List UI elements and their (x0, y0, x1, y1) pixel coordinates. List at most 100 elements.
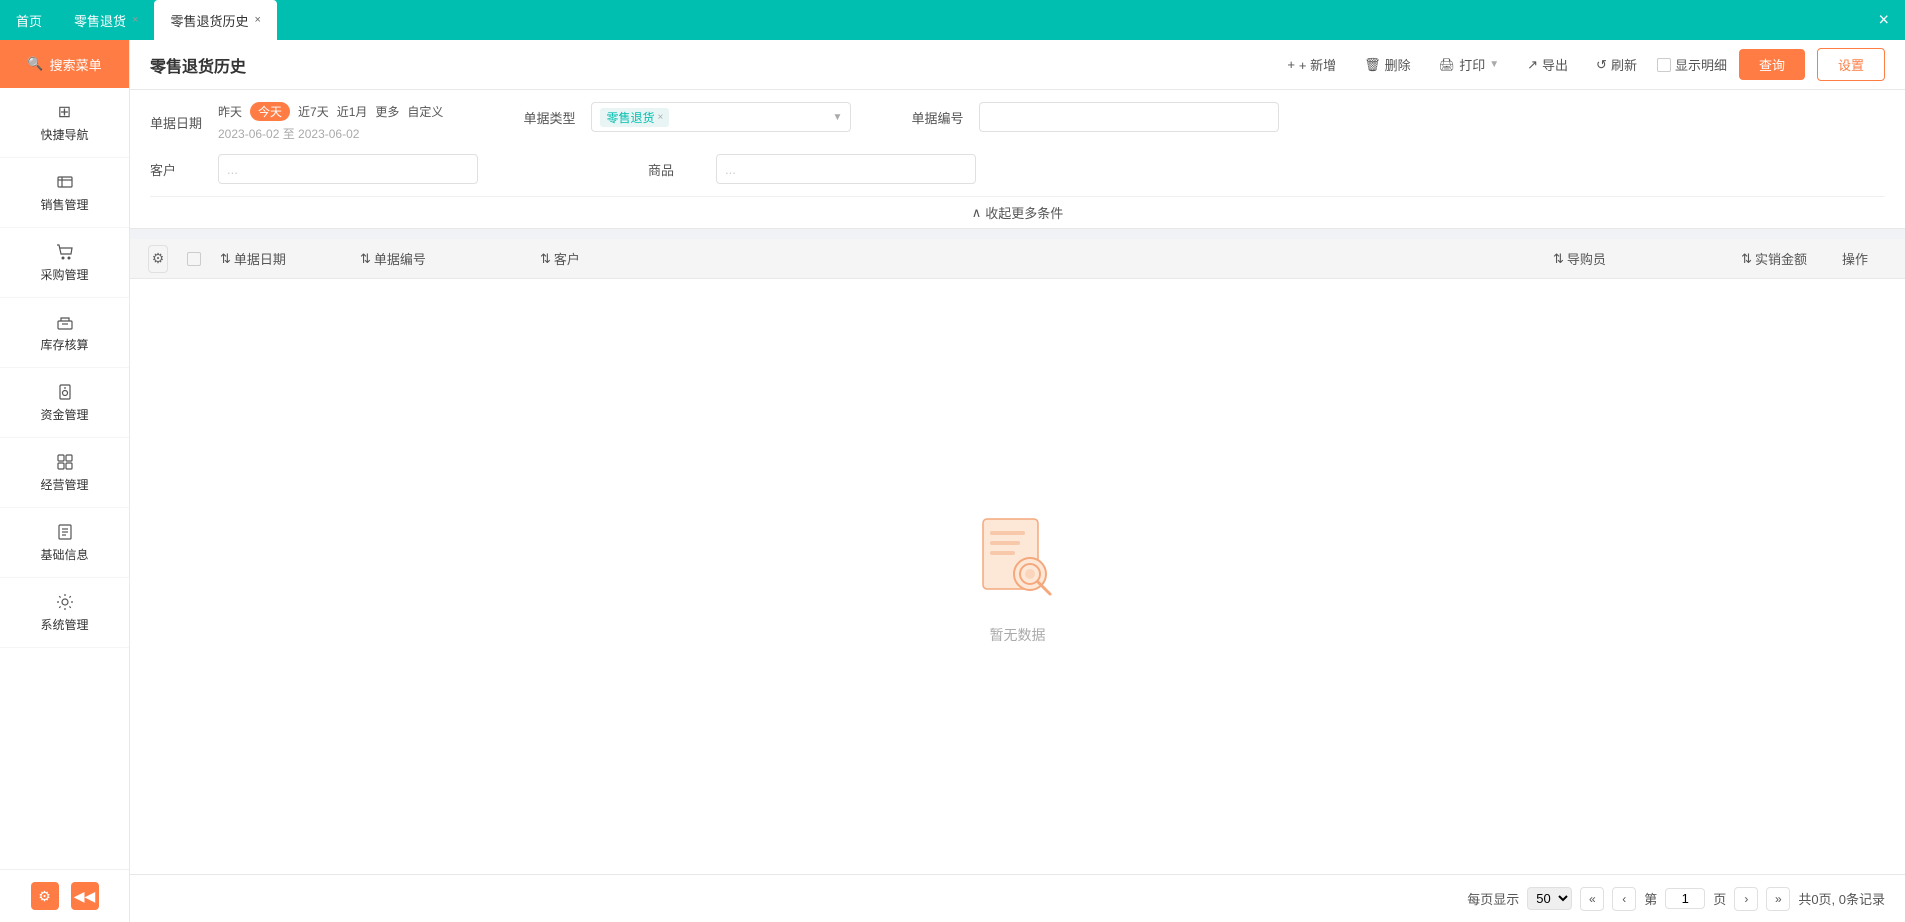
export-btn[interactable]: ↗ 导出 (1519, 51, 1576, 78)
sidebar-item-system-mgmt[interactable]: 系统管理 (0, 578, 129, 648)
sort-customer-icon[interactable]: ⇅ (540, 251, 551, 267)
goods-placeholder: ... (725, 162, 736, 177)
type-tag-remove[interactable]: × (657, 112, 663, 123)
sidebar-search[interactable]: 🔍 搜索菜单 (0, 40, 129, 88)
collapse-icon: ∧ (972, 205, 982, 221)
th-checkbox[interactable] (176, 252, 212, 266)
tab-home[interactable]: 首页 (0, 0, 58, 40)
sort-date-icon[interactable]: ⇅ (220, 251, 231, 267)
delete-icon: 🗑 (1364, 57, 1381, 73)
shortcut-today[interactable]: 今天 (250, 102, 290, 121)
th-ops: 操作 (1815, 249, 1895, 268)
sidebar-item-finance[interactable]: 资金管理 (0, 368, 129, 438)
window-close-btn[interactable]: × (1878, 10, 1889, 31)
tab-retail-return-close[interactable]: × (132, 14, 138, 26)
sort-no-icon[interactable]: ⇅ (360, 251, 371, 267)
empty-state: 暂无数据 (130, 279, 1905, 874)
last-page-btn[interactable]: » (1766, 887, 1790, 911)
date-label: 单据日期 (150, 113, 210, 132)
shortcut-more[interactable]: 更多 (375, 103, 399, 120)
type-dropdown-icon: ▼ (833, 112, 843, 123)
sales-mgmt-icon (55, 172, 75, 192)
customer-select[interactable]: ... (218, 154, 478, 184)
date-filter: 单据日期 昨天 今天 近7天 近1月 更多 自定义 2023-06-02 至 2… (150, 102, 443, 142)
type-filter: 单据类型 零售退货 × ▼ (523, 102, 851, 132)
no-label: 单据编号 (911, 108, 971, 127)
th-guide: ⇅ 导购员 (1545, 249, 1695, 268)
sidebar-bottom: ⚙ ◀◀ (0, 869, 129, 922)
customer-filter: 客户 ... (150, 154, 478, 184)
refresh-btn[interactable]: ↺ 刷新 (1588, 51, 1645, 78)
add-btn[interactable]: + + 新增 (1279, 51, 1344, 78)
shortcut-1month[interactable]: 近1月 (337, 103, 368, 120)
sort-amount-icon[interactable]: ⇅ (1741, 251, 1752, 267)
first-page-btn[interactable]: « (1580, 887, 1604, 911)
tab-retail-return-history-close[interactable]: × (254, 14, 260, 26)
page-header: 零售退货历史 + + 新增 🗑 删除 🖨 打印 ▼ ↗ 导出 (130, 40, 1905, 90)
tab-retail-return[interactable]: 零售退货 × (58, 0, 154, 40)
delete-btn[interactable]: 🗑 删除 (1356, 51, 1419, 78)
th-settings[interactable]: ⚙ (140, 245, 176, 273)
page-input[interactable] (1665, 888, 1705, 909)
sidebar-item-basic-info[interactable]: 基础信息 (0, 508, 129, 578)
sidebar-item-basic-info-label: 基础信息 (40, 546, 88, 563)
no-filter: 单据编号 (911, 102, 1279, 132)
type-select[interactable]: 零售退货 × ▼ (591, 102, 851, 132)
sidebar-item-purchase-mgmt[interactable]: 采购管理 (0, 228, 129, 298)
finance-icon (55, 382, 75, 402)
sidebar-item-sales-mgmt-label: 销售管理 (40, 196, 88, 213)
sidebar-item-purchase-mgmt-label: 采购管理 (40, 266, 88, 283)
show-detail-toggle[interactable]: 显示明细 (1657, 55, 1727, 74)
page-title: 零售退货历史 (150, 53, 246, 77)
goods-select[interactable]: ... (716, 154, 976, 184)
date-range-text: 2023-06-02 至 2023-06-02 (218, 125, 443, 142)
no-input[interactable] (979, 102, 1279, 132)
purchase-mgmt-icon (55, 242, 75, 262)
export-icon: ↗ (1527, 57, 1538, 73)
sidebar-item-quick-nav[interactable]: ⊞ 快捷导航 (0, 88, 129, 158)
setting-btn[interactable]: 设置 (1817, 48, 1885, 81)
tab-home-label: 首页 (16, 11, 42, 30)
tab-retail-return-history-label: 零售退货历史 (170, 11, 248, 30)
table-area: ⚙ ⇅ 单据日期 ⇅ 单据编号 ⇅ 客户 ⇅ (130, 239, 1905, 922)
sidebar-audio-btn[interactable]: ◀◀ (71, 882, 99, 910)
page-size-select[interactable]: 50 (1527, 887, 1572, 910)
table-settings-icon[interactable]: ⚙ (148, 245, 168, 273)
page-unit: 页 (1713, 889, 1726, 908)
table-header: ⚙ ⇅ 单据日期 ⇅ 单据编号 ⇅ 客户 ⇅ (130, 239, 1905, 279)
system-mgmt-icon (55, 592, 75, 612)
type-label: 单据类型 (523, 108, 583, 127)
total-text: 共0页, 0条记录 (1798, 889, 1885, 908)
sidebar-item-inventory[interactable]: 库存核算 (0, 298, 129, 368)
print-btn[interactable]: 🖨 打印 ▼ (1431, 51, 1507, 78)
print-icon: 🖨 (1439, 57, 1456, 73)
inventory-icon (55, 312, 75, 332)
next-page-btn[interactable]: › (1734, 887, 1758, 911)
search-icon: 🔍 (27, 56, 43, 72)
shortcut-yesterday[interactable]: 昨天 (218, 103, 242, 120)
sidebar-item-finance-label: 资金管理 (40, 406, 88, 423)
sidebar-item-operations[interactable]: 经营管理 (0, 438, 129, 508)
empty-icon (968, 509, 1068, 609)
refresh-icon: ↺ (1596, 57, 1607, 73)
shortcut-custom[interactable]: 自定义 (407, 103, 443, 120)
sidebar-item-quick-nav-label: 快捷导航 (40, 126, 88, 143)
filter-row-1: 单据日期 昨天 今天 近7天 近1月 更多 自定义 2023-06-02 至 2… (150, 102, 1885, 142)
select-all-checkbox[interactable] (187, 252, 201, 266)
prev-page-btn[interactable]: ‹ (1612, 887, 1636, 911)
th-amount: ⇅ 实销金额 (1695, 249, 1815, 268)
sidebar-item-operations-label: 经营管理 (40, 476, 88, 493)
show-detail-checkbox[interactable] (1657, 58, 1671, 72)
sidebar-item-system-mgmt-label: 系统管理 (40, 616, 88, 633)
sidebar-settings-btn[interactable]: ⚙ (31, 882, 59, 910)
type-tag: 零售退货 × (600, 108, 669, 127)
query-btn[interactable]: 查询 (1739, 49, 1805, 80)
sidebar-item-sales-mgmt[interactable]: 销售管理 (0, 158, 129, 228)
tab-retail-return-history[interactable]: 零售退货历史 × (154, 0, 276, 40)
tab-retail-return-label: 零售退货 (74, 11, 126, 30)
sort-guide-icon[interactable]: ⇅ (1553, 251, 1564, 267)
page-size-label: 每页显示 (1467, 889, 1519, 908)
shortcut-7days[interactable]: 近7天 (298, 103, 329, 120)
quick-nav-icon: ⊞ (55, 102, 75, 122)
filter-collapse-btn[interactable]: ∧ 收起更多条件 (150, 196, 1885, 228)
